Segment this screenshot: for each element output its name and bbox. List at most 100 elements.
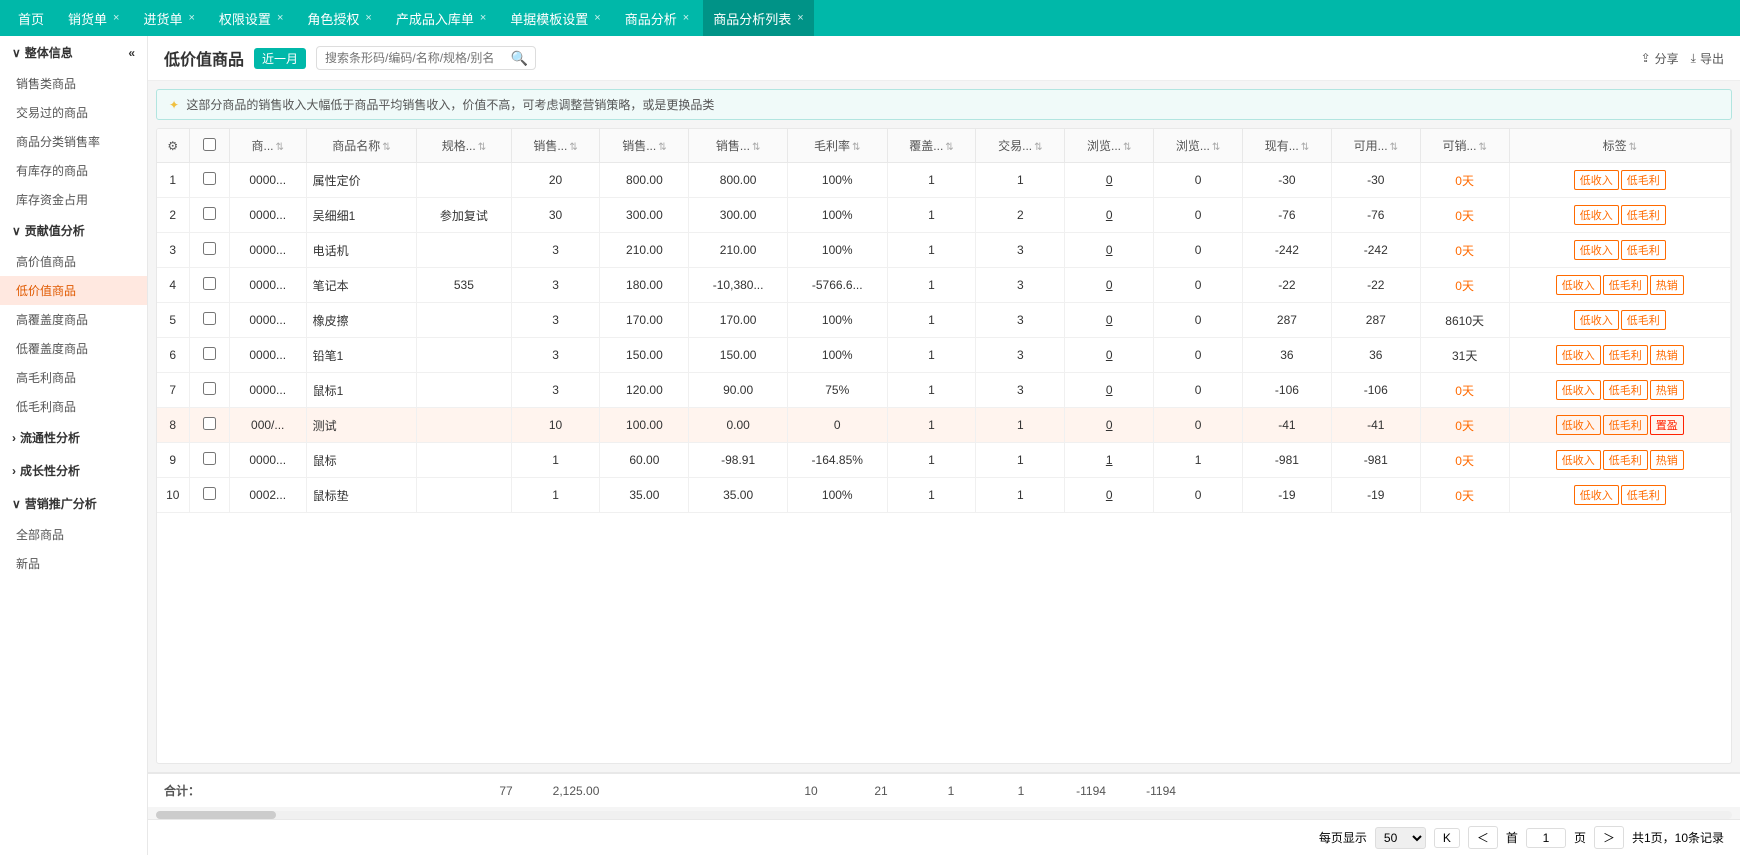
cell-checkbox[interactable] [189, 443, 229, 478]
row-checkbox[interactable] [203, 312, 216, 325]
nav-permission-close[interactable]: × [277, 12, 283, 24]
nav-purchase[interactable]: 进货单 × [133, 0, 204, 36]
section-liquidity[interactable]: › 流通性分析 [0, 421, 147, 454]
nav-product-in-close[interactable]: × [480, 12, 486, 24]
nav-goods-list[interactable]: 商品分析列表 × [703, 0, 813, 36]
col-checkbox[interactable] [189, 129, 229, 163]
view1-link[interactable]: 0 [1106, 418, 1113, 432]
section-marketing[interactable]: ∨ 营销推广分析 [0, 487, 147, 520]
nav-template[interactable]: 单据模板设置 × [500, 0, 610, 36]
cell-view1[interactable]: 0 [1065, 478, 1154, 513]
cell-view1[interactable]: 0 [1065, 163, 1154, 198]
view1-link[interactable]: 0 [1106, 173, 1113, 187]
cell-view1[interactable]: 0 [1065, 268, 1154, 303]
cell-checkbox[interactable] [189, 163, 229, 198]
nav-template-close[interactable]: × [594, 12, 600, 24]
sidebar-item-low-value[interactable]: 低价值商品 [0, 276, 147, 305]
search-icon[interactable]: 🔍 [511, 50, 528, 67]
sidebar-item-stock-goods[interactable]: 有库存的商品 [0, 156, 147, 185]
cell-view1[interactable]: 0 [1065, 303, 1154, 338]
row-checkbox[interactable] [203, 417, 216, 430]
nav-role-close[interactable]: × [365, 12, 371, 24]
row-checkbox[interactable] [203, 487, 216, 500]
view1-link[interactable]: 0 [1106, 278, 1113, 292]
cell-checkbox[interactable] [189, 478, 229, 513]
cell-view1[interactable]: 0 [1065, 198, 1154, 233]
search-input[interactable] [316, 46, 536, 70]
col-sales1[interactable]: 销售...⇅ [511, 129, 600, 163]
view1-link[interactable]: 0 [1106, 243, 1113, 257]
col-name[interactable]: 商品名称⇅ [306, 129, 417, 163]
export-button[interactable]: ⤓ 导出 [1691, 50, 1724, 67]
nav-sales[interactable]: 销货单 × [58, 0, 129, 36]
sidebar-item-stock-fund[interactable]: 库存资金占用 [0, 185, 147, 214]
page-number-input[interactable] [1526, 828, 1566, 848]
nav-permission[interactable]: 权限设置 × [209, 0, 293, 36]
sidebar-item-low-coverage[interactable]: 低覆盖度商品 [0, 334, 147, 363]
col-cover[interactable]: 覆盖...⇅ [887, 129, 976, 163]
cell-view1[interactable]: 0 [1065, 373, 1154, 408]
cell-checkbox[interactable] [189, 268, 229, 303]
col-view2[interactable]: 浏览...⇅ [1154, 129, 1243, 163]
sidebar-item-all-goods[interactable]: 全部商品 [0, 520, 147, 549]
col-sales3[interactable]: 销售...⇅ [689, 129, 788, 163]
page-size-select[interactable]: 50 100 200 [1375, 827, 1426, 849]
sidebar-item-category-sales[interactable]: 商品分类销售率 [0, 127, 147, 156]
row-checkbox[interactable] [203, 207, 216, 220]
cell-view1[interactable]: 0 [1065, 338, 1154, 373]
row-checkbox[interactable] [203, 172, 216, 185]
share-button[interactable]: ⇪ 分享 [1641, 50, 1679, 67]
row-checkbox[interactable] [203, 452, 216, 465]
row-checkbox[interactable] [203, 382, 216, 395]
collapse-overall-icon[interactable]: « [128, 46, 135, 60]
cell-checkbox[interactable] [189, 373, 229, 408]
next-page-btn[interactable]: ＞ [1594, 826, 1624, 849]
select-all-checkbox[interactable] [203, 138, 216, 151]
view1-link[interactable]: 0 [1106, 348, 1113, 362]
nav-product-in[interactable]: 产成品入库单 × [386, 0, 496, 36]
view1-link[interactable]: 0 [1106, 313, 1113, 327]
cell-view1[interactable]: 1 [1065, 443, 1154, 478]
view1-link[interactable]: 0 [1106, 208, 1113, 222]
col-view1[interactable]: 浏览...⇅ [1065, 129, 1154, 163]
row-checkbox[interactable] [203, 277, 216, 290]
col-sales2[interactable]: 销售...⇅ [600, 129, 689, 163]
col-gross[interactable]: 毛利率⇅ [787, 129, 887, 163]
sidebar-item-low-margin[interactable]: 低毛利商品 [0, 392, 147, 421]
nav-home[interactable]: 首页 [8, 0, 54, 36]
view1-link[interactable]: 1 [1106, 453, 1113, 467]
sidebar-item-new-goods[interactable]: 新品 [0, 549, 147, 578]
view1-link[interactable]: 0 [1106, 488, 1113, 502]
sidebar-item-high-margin[interactable]: 高毛利商品 [0, 363, 147, 392]
cell-checkbox[interactable] [189, 303, 229, 338]
nav-goods-list-close[interactable]: × [797, 12, 803, 24]
scrollbar-thumb[interactable] [156, 811, 276, 819]
col-code[interactable]: 商...⇅ [229, 129, 306, 163]
col-gear[interactable]: ⚙ [157, 129, 189, 163]
nav-goods-analysis-close[interactable]: × [683, 12, 689, 24]
nav-role[interactable]: 角色授权 × [297, 0, 381, 36]
nav-purchase-close[interactable]: × [188, 12, 194, 24]
horizontal-scrollbar[interactable] [156, 811, 1732, 819]
section-contribute[interactable]: ∨ 贡献值分析 [0, 214, 147, 247]
sidebar-item-sales-goods[interactable]: 销售类商品 [0, 69, 147, 98]
col-usable[interactable]: 可用...⇅ [1331, 129, 1420, 163]
section-growth[interactable]: › 成长性分析 [0, 454, 147, 487]
first-page-btn[interactable]: K [1434, 828, 1460, 848]
cell-checkbox[interactable] [189, 338, 229, 373]
cell-checkbox[interactable] [189, 198, 229, 233]
nav-sales-close[interactable]: × [113, 12, 119, 24]
sidebar-item-high-coverage[interactable]: 高覆盖度商品 [0, 305, 147, 334]
col-current[interactable]: 现有...⇅ [1243, 129, 1332, 163]
prev-page-btn[interactable]: ＜ [1468, 826, 1498, 849]
col-spec[interactable]: 规格...⇅ [417, 129, 511, 163]
sidebar-item-high-value[interactable]: 高价值商品 [0, 247, 147, 276]
section-overall[interactable]: ∨ 整体信息 « [0, 36, 147, 69]
nav-goods-analysis[interactable]: 商品分析 × [615, 0, 699, 36]
cell-checkbox[interactable] [189, 233, 229, 268]
cell-view1[interactable]: 0 [1065, 233, 1154, 268]
row-checkbox[interactable] [203, 242, 216, 255]
cell-checkbox[interactable] [189, 408, 229, 443]
col-tags[interactable]: 标签⇅ [1509, 129, 1730, 163]
cell-view1[interactable]: 0 [1065, 408, 1154, 443]
